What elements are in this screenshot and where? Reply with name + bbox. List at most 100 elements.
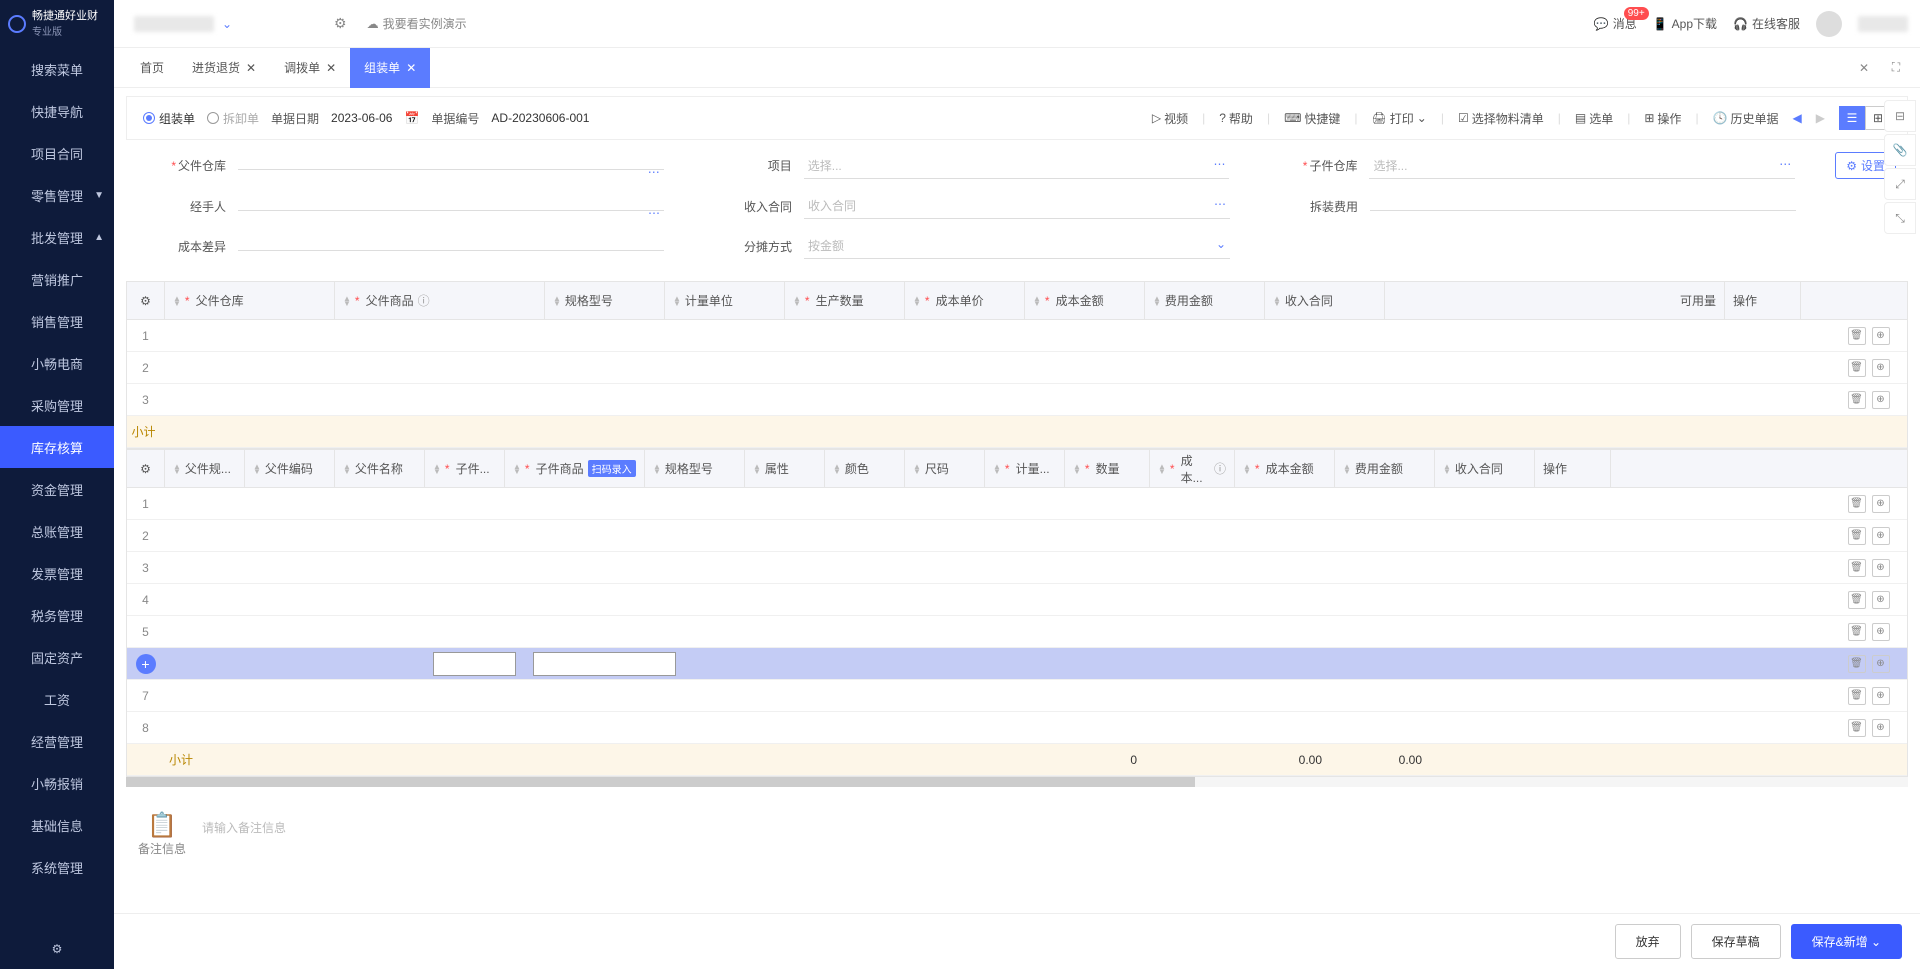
save-new-button[interactable]: 保存&新增 ⌄: [1791, 924, 1902, 959]
shortcut-action[interactable]: ⌨ 快捷键: [1284, 110, 1340, 127]
sort-icon[interactable]: ▲▼: [833, 464, 841, 474]
radio-disassemble[interactable]: 拆卸单: [207, 110, 259, 127]
copy-icon[interactable]: ⊕: [1872, 591, 1890, 609]
table-row[interactable]: 1🗑⊕: [127, 320, 1907, 352]
copy-icon[interactable]: ⊕: [1872, 719, 1890, 737]
tab-进货退货[interactable]: 进货退货✕: [178, 48, 270, 88]
sort-icon[interactable]: ▲▼: [913, 464, 921, 474]
table-row[interactable]: 5🗑⊕: [127, 616, 1907, 648]
sidebar-item-经营管理[interactable]: 经营管理: [0, 720, 114, 762]
save-draft-button[interactable]: 保存草稿: [1691, 924, 1781, 959]
sort-icon[interactable]: ▲▼: [173, 296, 181, 306]
table-row[interactable]: 7🗑⊕: [127, 680, 1907, 712]
income-input[interactable]: 收入合同⋯: [804, 193, 1230, 219]
table-row[interactable]: 3🗑⊕: [127, 384, 1907, 416]
close-icon[interactable]: ✕: [406, 61, 416, 75]
sidebar-item-小畅报销[interactable]: 小畅报销: [0, 762, 114, 804]
child-wh-input[interactable]: 选择...⋯: [1369, 153, 1795, 179]
history-action[interactable]: 🕓 历史单据: [1713, 110, 1779, 127]
message-button[interactable]: 💬 消息 99+: [1594, 15, 1637, 32]
gear-icon[interactable]: ⚙: [334, 15, 347, 32]
horizontal-scrollbar[interactable]: [126, 777, 1908, 787]
delete-icon[interactable]: 🗑: [1848, 655, 1866, 673]
copy-icon[interactable]: ⊕: [1872, 687, 1890, 705]
delete-icon[interactable]: 🗑: [1848, 359, 1866, 377]
sidebar-item-采购管理[interactable]: 采购管理: [0, 384, 114, 426]
close-icon[interactable]: ✕: [326, 61, 336, 75]
tab-组装单[interactable]: 组装单✕: [350, 48, 430, 88]
sort-icon[interactable]: ▲▼: [513, 464, 521, 474]
delete-icon[interactable]: 🗑: [1848, 687, 1866, 705]
sidebar-item-基础信息[interactable]: 基础信息: [0, 804, 114, 846]
table-row[interactable]: 3🗑⊕: [127, 552, 1907, 584]
sort-icon[interactable]: ▲▼: [1073, 464, 1081, 474]
table-row[interactable]: 4🗑⊕: [127, 584, 1907, 616]
demo-link[interactable]: ☁ 我要看实例演示: [367, 15, 467, 32]
list-view-button[interactable]: ☰: [1839, 106, 1865, 130]
info-icon[interactable]: ⓘ: [1214, 460, 1226, 477]
copy-icon[interactable]: ⊕: [1872, 495, 1890, 513]
table-row[interactable]: 8🗑⊕: [127, 712, 1907, 744]
material-action[interactable]: ☑ 选择物料清单: [1458, 110, 1544, 127]
sort-icon[interactable]: ▲▼: [343, 464, 351, 474]
sort-icon[interactable]: ▲▼: [433, 464, 441, 474]
tab-首页[interactable]: 首页: [126, 48, 178, 88]
sort-icon[interactable]: ▲▼: [1033, 296, 1041, 306]
sort-icon[interactable]: ▲▼: [1343, 464, 1351, 474]
sidebar-item-搜索菜单[interactable]: 搜索菜单: [0, 48, 114, 90]
prev-icon[interactable]: ◀: [1793, 111, 1802, 125]
alloc-select[interactable]: 按金额⌄: [804, 233, 1230, 259]
select-action[interactable]: ▤ 选单: [1575, 110, 1613, 127]
gear-icon[interactable]: ⚙: [127, 450, 165, 487]
delete-icon[interactable]: 🗑: [1848, 495, 1866, 513]
sidebar-item-营销推广[interactable]: 营销推广: [0, 258, 114, 300]
sort-icon[interactable]: ▲▼: [993, 464, 1001, 474]
edit-input[interactable]: [433, 652, 516, 676]
sidebar-item-资金管理[interactable]: 资金管理: [0, 468, 114, 510]
delete-icon[interactable]: 🗑: [1848, 327, 1866, 345]
handler-input[interactable]: ⋯: [238, 202, 664, 211]
sort-icon[interactable]: ▲▼: [173, 464, 181, 474]
calendar-icon[interactable]: 📅: [404, 111, 419, 125]
video-action[interactable]: ▷ 视频: [1152, 110, 1188, 127]
delete-icon[interactable]: 🗑: [1848, 391, 1866, 409]
copy-icon[interactable]: ⊕: [1872, 359, 1890, 377]
sort-icon[interactable]: ▲▼: [1158, 464, 1166, 474]
collapse-icon[interactable]: ⤡: [1884, 202, 1916, 234]
sort-icon[interactable]: ▲▼: [553, 296, 561, 306]
fullscreen-icon[interactable]: ⛶: [1884, 56, 1908, 80]
edit-input[interactable]: [533, 652, 676, 676]
table-row[interactable]: +🗑⊕: [127, 648, 1907, 680]
sort-icon[interactable]: ▲▼: [673, 296, 681, 306]
sidebar-item-工资[interactable]: 工资: [0, 678, 114, 720]
sort-icon[interactable]: ▲▼: [1153, 296, 1161, 306]
copy-icon[interactable]: ⊕: [1872, 559, 1890, 577]
sidebar-item-固定资产[interactable]: 固定资产: [0, 636, 114, 678]
sort-icon[interactable]: ▲▼: [1243, 464, 1251, 474]
sidebar-item-库存核算[interactable]: 库存核算: [0, 426, 114, 468]
sidebar-item-系统管理[interactable]: 系统管理: [0, 846, 114, 888]
radio-assemble[interactable]: 组装单: [143, 110, 195, 127]
copy-icon[interactable]: ⊕: [1872, 327, 1890, 345]
gear-icon[interactable]: ⚙: [127, 282, 165, 319]
operate-action[interactable]: ⊞ 操作: [1644, 110, 1681, 127]
sidebar-item-快捷导航[interactable]: 快捷导航: [0, 90, 114, 132]
date-value[interactable]: 2023-06-06: [331, 111, 392, 125]
copy-icon[interactable]: ⊕: [1872, 391, 1890, 409]
attachment-icon[interactable]: 📎: [1884, 134, 1916, 166]
fee-input[interactable]: [1370, 202, 1796, 211]
sort-icon[interactable]: ▲▼: [1273, 296, 1281, 306]
delete-icon[interactable]: 🗑: [1848, 623, 1866, 641]
sort-icon[interactable]: ▲▼: [343, 296, 351, 306]
table-row[interactable]: 2🗑⊕: [127, 352, 1907, 384]
avatar[interactable]: [1816, 11, 1842, 37]
company-selector[interactable]: ⌄: [126, 12, 326, 36]
copy-icon[interactable]: ⊕: [1872, 623, 1890, 641]
sort-icon[interactable]: ▲▼: [753, 464, 761, 474]
sidebar-item-总账管理[interactable]: 总账管理: [0, 510, 114, 552]
close-icon[interactable]: ✕: [246, 61, 256, 75]
sidebar-item-小畅电商[interactable]: 小畅电商: [0, 342, 114, 384]
parent-wh-input[interactable]: ⋯: [238, 161, 664, 170]
sort-icon[interactable]: ▲▼: [793, 296, 801, 306]
sidebar-item-发票管理[interactable]: 发票管理: [0, 552, 114, 594]
